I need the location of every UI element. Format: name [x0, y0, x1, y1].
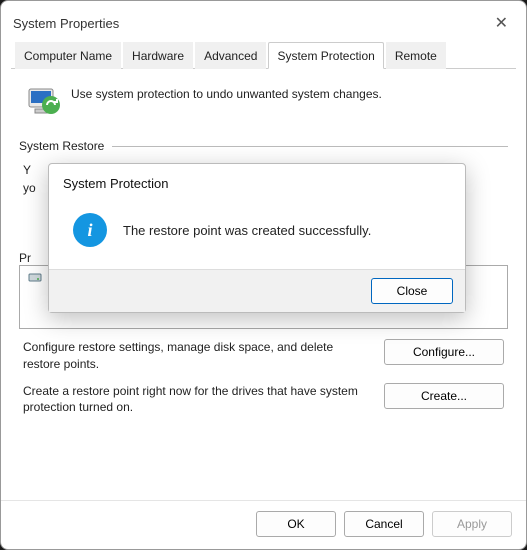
tab-computer-name[interactable]: Computer Name	[15, 42, 121, 69]
cancel-button[interactable]: Cancel	[344, 511, 424, 537]
info-glyph: i	[87, 220, 92, 241]
divider	[112, 146, 508, 147]
create-text: Create a restore point right now for the…	[23, 383, 372, 417]
dialog-button-row: OK Cancel Apply	[1, 500, 526, 549]
intro-row: Use system protection to undo unwanted s…	[19, 77, 508, 133]
create-row: Create a restore point right now for the…	[19, 373, 508, 417]
system-restore-label: System Restore	[19, 139, 104, 153]
configure-button[interactable]: Configure...	[384, 339, 504, 365]
close-icon[interactable]: ✕	[487, 9, 516, 37]
window-title: System Properties	[13, 16, 119, 31]
system-restore-group-header: System Restore	[19, 139, 508, 153]
intro-text: Use system protection to undo unwanted s…	[71, 83, 382, 101]
dialog-body: i The restore point was created successf…	[49, 197, 465, 269]
apply-button: Apply	[432, 511, 512, 537]
configure-text: Configure restore settings, manage disk …	[23, 339, 372, 373]
close-button[interactable]: Close	[371, 278, 453, 304]
drive-icon	[28, 270, 42, 284]
system-protection-icon	[25, 83, 61, 119]
system-protection-dialog: System Protection i The restore point wa…	[48, 163, 466, 313]
tab-advanced[interactable]: Advanced	[195, 42, 266, 69]
tabs-container: Computer Name Hardware Advanced System P…	[1, 41, 526, 69]
dialog-message: The restore point was created successful…	[123, 223, 371, 238]
tab-system-protection[interactable]: System Protection	[268, 42, 383, 69]
tabs-bar: Computer Name Hardware Advanced System P…	[11, 41, 516, 69]
dialog-footer: Close	[49, 269, 465, 312]
titlebar: System Properties ✕	[1, 1, 526, 41]
tab-remote[interactable]: Remote	[386, 42, 446, 69]
configure-row: Configure restore settings, manage disk …	[19, 329, 508, 373]
dialog-title: System Protection	[49, 164, 465, 197]
protection-settings-label: Pr	[19, 251, 31, 265]
info-icon: i	[73, 213, 107, 247]
create-button[interactable]: Create...	[384, 383, 504, 409]
tab-hardware[interactable]: Hardware	[123, 42, 193, 69]
ok-button[interactable]: OK	[256, 511, 336, 537]
